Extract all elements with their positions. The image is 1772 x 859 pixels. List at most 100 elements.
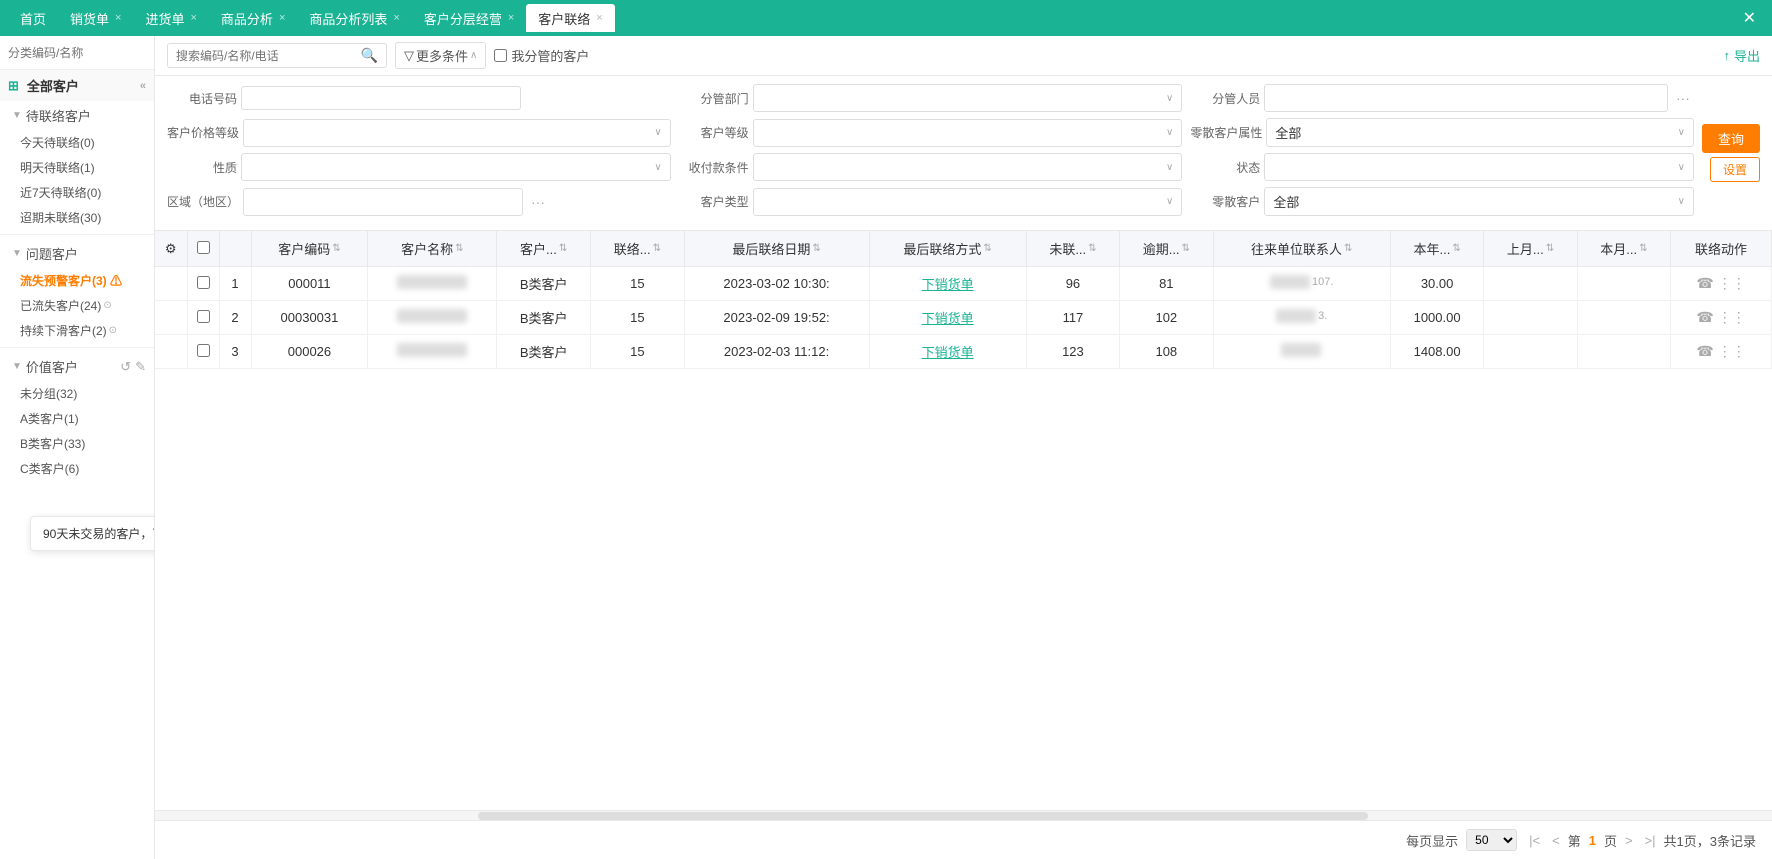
scrollbar-thumb[interactable] bbox=[478, 812, 1367, 820]
tab-purchase-close[interactable]: × bbox=[190, 12, 196, 24]
person-select[interactable] bbox=[1264, 84, 1668, 112]
col-related-sort[interactable]: ⇅ bbox=[1344, 243, 1352, 254]
contact-method-link[interactable]: 下销货单 bbox=[922, 311, 974, 326]
tab-analysis-list-close[interactable]: × bbox=[393, 12, 399, 24]
col-contact[interactable]: 联络... ⇅ bbox=[591, 231, 684, 267]
contact-method-link[interactable]: 下销货单 bbox=[922, 277, 974, 292]
sidebar-item-week[interactable]: 近7天待联络(0) bbox=[0, 180, 154, 205]
horizontal-scrollbar[interactable] bbox=[155, 810, 1772, 820]
person-dots[interactable]: ··· bbox=[1672, 90, 1694, 106]
tab-sales[interactable]: 销货单 × bbox=[58, 4, 133, 32]
col-contact-sort[interactable]: ⇅ bbox=[653, 243, 661, 254]
my-customers-label[interactable]: 我分管的客户 bbox=[494, 46, 589, 65]
col-related[interactable]: 往来单位联系人 ⇅ bbox=[1213, 231, 1390, 267]
window-close-icon[interactable]: ✕ bbox=[1735, 4, 1764, 32]
row-checkbox[interactable] bbox=[197, 276, 210, 289]
section-value-customers[interactable]: ▼ 价值客户 ↺ ✎ bbox=[0, 352, 154, 381]
tab-sales-close[interactable]: × bbox=[115, 12, 121, 24]
tab-analysis-close[interactable]: × bbox=[279, 12, 285, 24]
query-button[interactable]: 查询 bbox=[1702, 124, 1760, 153]
region-dots[interactable]: ··· bbox=[527, 194, 549, 210]
col-uncontacted-sort[interactable]: ⇅ bbox=[1088, 243, 1096, 254]
action-menu-icon[interactable]: ⋮⋮ bbox=[1718, 275, 1746, 292]
all-customers-header[interactable]: ⊞ 全部客户 « bbox=[0, 70, 154, 101]
section-pending-contact[interactable]: ▼ 待联络客户 bbox=[0, 101, 154, 130]
sidebar-item-decline[interactable]: 持续下滑客户(2) ⊙ bbox=[0, 318, 154, 343]
gender-select[interactable]: ∨ bbox=[241, 153, 671, 181]
col-overdue-sort[interactable]: ⇅ bbox=[1182, 243, 1190, 254]
tab-purchase[interactable]: 进货单 × bbox=[133, 4, 208, 32]
contact-phone-icon[interactable]: ☎ bbox=[1696, 309, 1713, 326]
prev-page-btn[interactable]: < bbox=[1548, 831, 1564, 850]
dept-select[interactable]: ∨ bbox=[753, 84, 1183, 112]
sidebar-item-c-class[interactable]: C类客户(6) bbox=[0, 456, 154, 481]
col-code[interactable]: 客户编码 ⇅ bbox=[251, 231, 368, 267]
export-btn[interactable]: ↑ 导出 bbox=[1723, 46, 1760, 65]
col-last-method-sort[interactable]: ⇅ bbox=[983, 243, 991, 254]
payment-select[interactable]: ∨ bbox=[753, 153, 1183, 181]
zeroretail-attr-select[interactable]: 全部 ∨ bbox=[1266, 118, 1694, 147]
col-last-method[interactable]: 最后联络方式 ⇅ bbox=[869, 231, 1026, 267]
sidebar-item-ungroup[interactable]: 未分组(32) bbox=[0, 381, 154, 406]
col-level[interactable]: 客户... ⇅ bbox=[497, 231, 591, 267]
col-last-month[interactable]: 上月... ⇅ bbox=[1484, 231, 1577, 267]
section-problem-customers[interactable]: ▼ 问题客户 bbox=[0, 239, 154, 268]
contact-method-link[interactable]: 下销货单 bbox=[922, 345, 974, 360]
sidebar-item-today[interactable]: 今天待联络(0) bbox=[0, 130, 154, 155]
filter-more-btn[interactable]: ▽ 更多条件 ∧ bbox=[395, 42, 486, 69]
sidebar-item-b-class[interactable]: B类客户(33) bbox=[0, 431, 154, 456]
col-check[interactable] bbox=[187, 231, 219, 267]
col-level-sort[interactable]: ⇅ bbox=[559, 243, 567, 254]
tab-customer-tier-close[interactable]: × bbox=[508, 12, 514, 24]
tab-customer-tier[interactable]: 客户分层经营 × bbox=[412, 4, 526, 32]
sidebar-search-input[interactable] bbox=[8, 46, 155, 60]
action-menu-icon[interactable]: ⋮⋮ bbox=[1718, 309, 1746, 326]
contact-phone-icon[interactable]: ☎ bbox=[1696, 275, 1713, 292]
pricelevel-select[interactable]: ∨ bbox=[243, 119, 671, 147]
col-last-month-sort[interactable]: ⇅ bbox=[1546, 243, 1554, 254]
edit-icon[interactable]: ✎ bbox=[135, 359, 146, 375]
col-settings[interactable]: ⚙ bbox=[155, 231, 187, 267]
sidebar-item-overdue-contact[interactable]: 迢期未联络(30) bbox=[0, 205, 154, 230]
col-this-month-sort[interactable]: ⇅ bbox=[1639, 243, 1647, 254]
tab-customer-contact[interactable]: 客户联络 × bbox=[526, 4, 614, 32]
select-all-checkbox[interactable] bbox=[197, 241, 210, 254]
region-select[interactable] bbox=[243, 188, 523, 216]
tab-analysis[interactable]: 商品分析 × bbox=[209, 4, 297, 32]
settings-icon[interactable]: ⚙ bbox=[165, 241, 177, 256]
first-page-btn[interactable]: |< bbox=[1525, 831, 1544, 850]
sidebar-item-tomorrow[interactable]: 明天待联络(1) bbox=[0, 155, 154, 180]
contact-phone-icon[interactable]: ☎ bbox=[1696, 343, 1713, 360]
search-input[interactable] bbox=[176, 49, 357, 63]
col-this-month[interactable]: 本月... ⇅ bbox=[1577, 231, 1670, 267]
col-this-year[interactable]: 本年... ⇅ bbox=[1390, 231, 1483, 267]
customertype-select[interactable]: ∨ bbox=[753, 188, 1183, 216]
customerlevel-select[interactable]: ∨ bbox=[753, 119, 1183, 147]
zeroretail-select[interactable]: 全部 ∨ bbox=[1264, 187, 1694, 216]
tab-home[interactable]: 首页 bbox=[8, 4, 58, 32]
col-last-date[interactable]: 最后联络日期 ⇅ bbox=[684, 231, 869, 267]
col-last-date-sort[interactable]: ⇅ bbox=[812, 243, 820, 254]
col-overdue[interactable]: 逾期... ⇅ bbox=[1120, 231, 1213, 267]
action-menu-icon[interactable]: ⋮⋮ bbox=[1718, 343, 1746, 360]
settings-button[interactable]: 设置 bbox=[1710, 157, 1760, 182]
col-name[interactable]: 客户名称 ⇅ bbox=[368, 231, 497, 267]
status-select[interactable]: ∨ bbox=[1264, 153, 1694, 181]
search-icon[interactable]: 🔍 bbox=[361, 47, 378, 64]
row-checkbox[interactable] bbox=[197, 344, 210, 357]
per-page-select[interactable]: 50 100 200 bbox=[1466, 829, 1517, 851]
my-customers-checkbox[interactable] bbox=[494, 49, 507, 62]
tab-analysis-list[interactable]: 商品分析列表 × bbox=[297, 4, 411, 32]
next-page-btn[interactable]: > bbox=[1621, 831, 1637, 850]
last-page-btn[interactable]: >| bbox=[1641, 831, 1660, 850]
col-code-sort[interactable]: ⇅ bbox=[332, 243, 340, 254]
col-name-sort[interactable]: ⇅ bbox=[455, 243, 463, 254]
phone-input[interactable] bbox=[241, 86, 521, 110]
sidebar-item-a-class[interactable]: A类客户(1) bbox=[0, 406, 154, 431]
col-uncontacted[interactable]: 未联... ⇅ bbox=[1026, 231, 1119, 267]
sidebar-item-lost[interactable]: 已流失客户(24) ⊙ bbox=[0, 293, 154, 318]
col-this-year-sort[interactable]: ⇅ bbox=[1452, 243, 1460, 254]
tab-customer-contact-close[interactable]: × bbox=[596, 12, 602, 24]
sidebar-item-loss-warn[interactable]: 流失预警客户(3) ⚠ bbox=[0, 268, 154, 293]
refresh-icon[interactable]: ↺ bbox=[120, 359, 131, 375]
